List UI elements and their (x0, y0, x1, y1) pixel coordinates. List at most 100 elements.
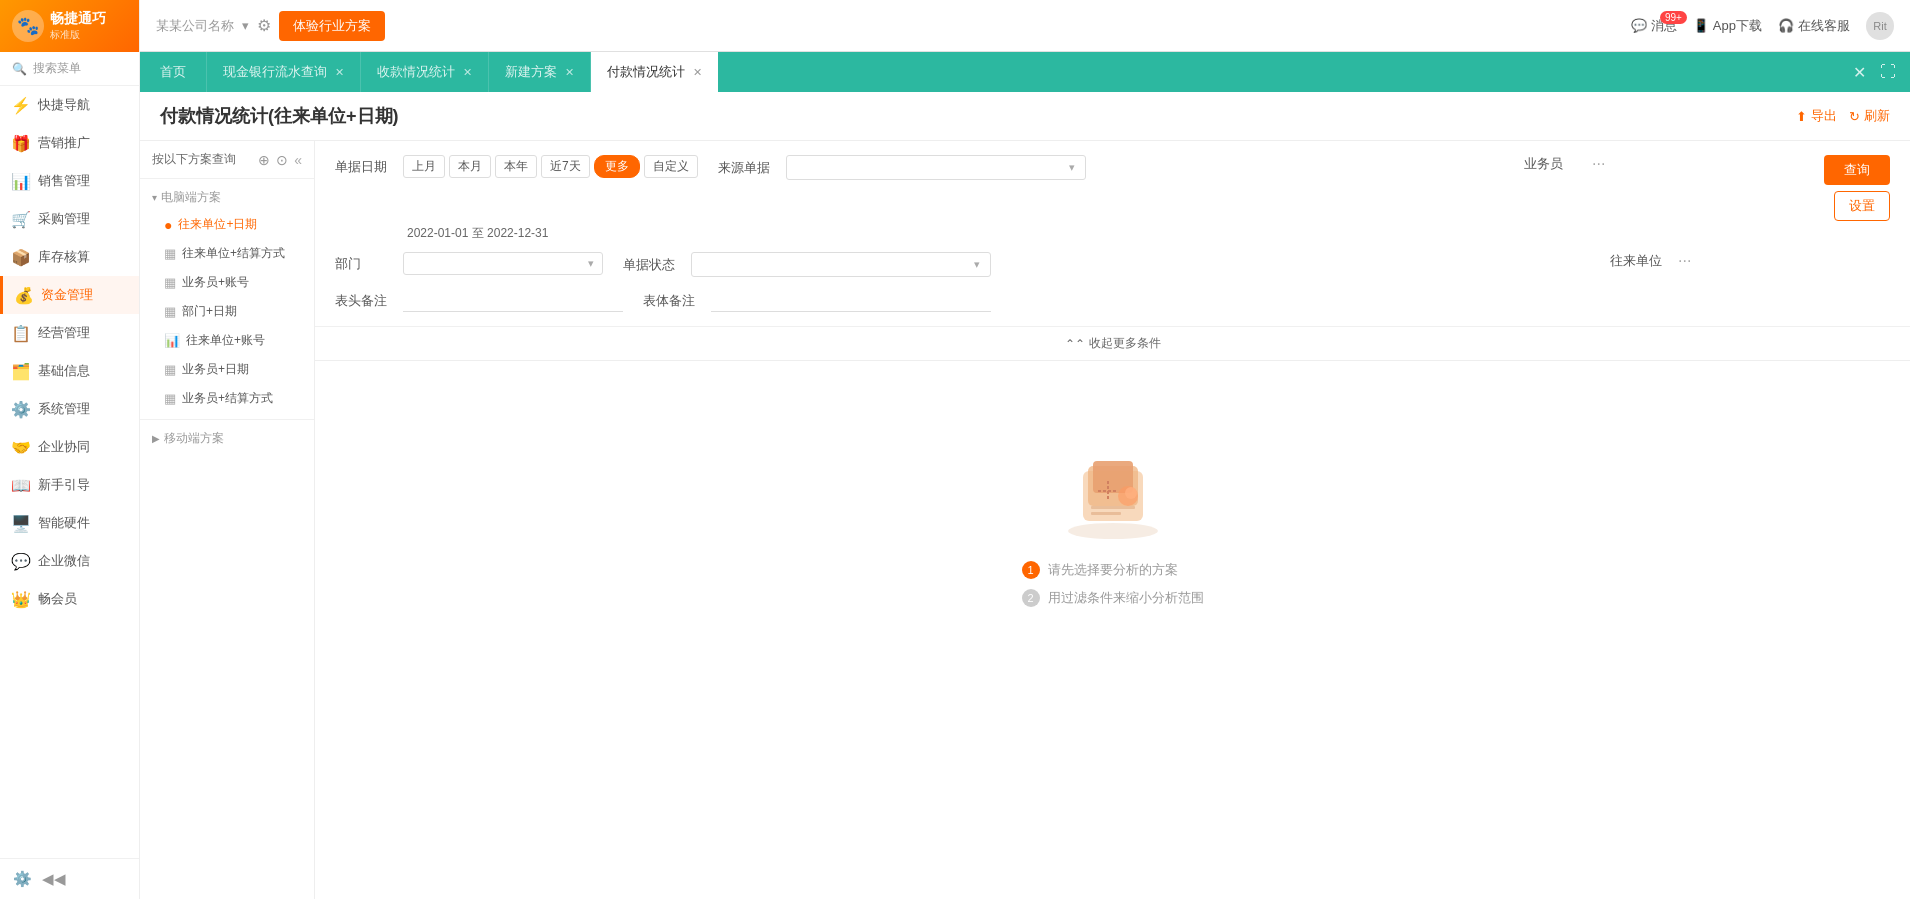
shortcut-icon: ⚡ (12, 96, 30, 114)
scheme-settings-btn[interactable]: ⊙ (276, 152, 288, 168)
refresh-label: 刷新 (1864, 107, 1890, 125)
table-header-note-input[interactable] (403, 289, 623, 312)
sidebar-item-wechat[interactable]: 💬 企业微信 (0, 542, 139, 580)
gift-icon: 🎁 (12, 134, 30, 152)
group-arrow-icon: ▾ (152, 192, 157, 203)
sidebar-item-purchase[interactable]: 🛒 采购管理 (0, 200, 139, 238)
filter-salesman-item: 业务员 ··· (1524, 155, 1804, 173)
user-avatar[interactable]: Rit (1866, 12, 1894, 40)
svg-rect-9 (1091, 512, 1121, 515)
refresh-btn[interactable]: ↻ 刷新 (1849, 107, 1890, 125)
clipboard-icon: 📋 (12, 324, 30, 342)
filter-area: 单据日期 上月 本月 本年 近7天 更多 自定义 (315, 141, 1910, 899)
tab-payment[interactable]: 付款情况统计 ✕ (591, 52, 718, 92)
trial-btn[interactable]: 体验行业方案 (279, 11, 385, 41)
sidebar-item-sales[interactable]: 📊 销售管理 (0, 162, 139, 200)
sidebar-item-capital[interactable]: 💰 资金管理 (0, 276, 139, 314)
tab-new-close[interactable]: ✕ (565, 66, 574, 79)
bar-chart-icon: 📊 (164, 333, 180, 348)
sidebar-item-label: 企业微信 (38, 552, 90, 570)
collapse-sidebar-btn[interactable]: ◀◀ (44, 869, 64, 889)
sidebar-item-system[interactable]: ⚙️ 系统管理 (0, 390, 139, 428)
scheme-item-label: 往来单位+账号 (186, 332, 265, 349)
scheme-item-salesman-date[interactable]: ▦ 业务员+日期 (140, 355, 314, 384)
page-header: 付款情况统计(往来单位+日期) ⬆ 导出 ↻ 刷新 (140, 92, 1910, 141)
scheme-item-partner-settle[interactable]: ▦ 往来单位+结算方式 (140, 239, 314, 268)
tab-expand-btn[interactable]: ⛶ (1876, 59, 1900, 85)
sidebar-item-marketing[interactable]: 🎁 营销推广 (0, 124, 139, 162)
date-btn-last-month[interactable]: 上月 (403, 155, 445, 178)
book-icon: 📖 (12, 476, 30, 494)
sidebar-item-operation[interactable]: 📋 经营管理 (0, 314, 139, 352)
salesman-dots-btn[interactable]: ··· (1592, 155, 1605, 173)
radio-active-icon: ● (164, 217, 172, 233)
tab-home[interactable]: 首页 (140, 52, 207, 92)
tab-payment-close[interactable]: ✕ (693, 66, 702, 79)
table-icon-5: ▦ (164, 391, 176, 406)
crown-icon: 👑 (12, 590, 30, 608)
page-header-actions: ⬆ 导出 ↻ 刷新 (1796, 107, 1890, 125)
chat-icon: 💬 (12, 552, 30, 570)
online-service-label: 在线客服 (1798, 17, 1850, 35)
app-download-label: App下载 (1713, 17, 1762, 35)
date-btn-custom[interactable]: 自定义 (644, 155, 698, 178)
collapse-more-btn[interactable]: ⌃⌃ 收起更多条件 (315, 327, 1910, 361)
sidebar-item-label: 智能硬件 (38, 514, 90, 532)
tab-bank[interactable]: 现金银行流水查询 ✕ (207, 52, 361, 92)
date-btn-more[interactable]: 更多 (594, 155, 640, 178)
tab-bank-close[interactable]: ✕ (335, 66, 344, 79)
status-select[interactable]: ▾ (691, 252, 991, 277)
scheme-item-salesman-account[interactable]: ▦ 业务员+账号 (140, 268, 314, 297)
sidebar-item-guide[interactable]: 📖 新手引导 (0, 466, 139, 504)
company-dropdown-arrow[interactable]: ▾ (242, 18, 249, 33)
hardware-icon: 🖥️ (12, 514, 30, 532)
settings-bottom-btn[interactable]: ⚙️ (12, 869, 32, 889)
add-scheme-btn[interactable]: ⊕ (258, 152, 270, 168)
sidebar-item-basic[interactable]: 🗂️ 基础信息 (0, 352, 139, 390)
sidebar-search[interactable]: 🔍 搜索菜单 (0, 52, 139, 86)
scheme-list-desktop: ● 往来单位+日期 ▦ 往来单位+结算方式 ▦ 业务员+账号 ▦ 部门+日期 (140, 210, 314, 413)
message-btn[interactable]: 💬 消息 99+ (1631, 17, 1677, 35)
collapse-scheme-btn[interactable]: « (294, 152, 302, 168)
source-select[interactable]: ▾ (786, 155, 1086, 180)
filter-table-body-note: 表体备注 (643, 289, 1890, 312)
query-btn[interactable]: 查询 (1824, 155, 1890, 185)
export-btn[interactable]: ⬆ 导出 (1796, 107, 1837, 125)
sidebar-item-label: 库存核算 (38, 248, 90, 266)
date-range-display: 2022-01-01 至 2022-12-31 (335, 225, 1890, 242)
scheme-group-desktop-title[interactable]: ▾ 电脑端方案 (140, 185, 314, 210)
sidebar-item-inventory[interactable]: 📦 库存核算 (0, 238, 139, 276)
chart-icon: 📊 (12, 172, 30, 190)
partner-dots-btn[interactable]: ··· (1678, 252, 1691, 270)
scheme-mobile-group: ▶ 移动端方案 (140, 419, 314, 457)
tab-receipt-close[interactable]: ✕ (463, 66, 472, 79)
header-gear-btn[interactable]: ⚙ (257, 16, 271, 35)
scheme-item-partner-date[interactable]: ● 往来单位+日期 (140, 210, 314, 239)
online-service-btn[interactable]: 🎧 在线客服 (1778, 17, 1850, 35)
dept-select[interactable]: ▾ (403, 252, 603, 275)
tab-receipt[interactable]: 收款情况统计 ✕ (361, 52, 489, 92)
sidebar-item-enterprise[interactable]: 🤝 企业协同 (0, 428, 139, 466)
sidebar-item-label: 销售管理 (38, 172, 90, 190)
date-btn-7days[interactable]: 近7天 (541, 155, 590, 178)
empty-tip-2-text: 用过滤条件来缩小分析范围 (1048, 589, 1204, 607)
date-btn-this-month[interactable]: 本月 (449, 155, 491, 178)
app-download-btn[interactable]: 📱 App下载 (1693, 17, 1762, 35)
sidebar-item-label: 企业协同 (38, 438, 90, 456)
source-label: 来源单据 (718, 159, 778, 177)
scheme-item-dept-date[interactable]: ▦ 部门+日期 (140, 297, 314, 326)
dept-label: 部门 (335, 255, 395, 273)
box-icon: 📦 (12, 248, 30, 266)
tab-new[interactable]: 新建方案 ✕ (489, 52, 591, 92)
sidebar-item-hardware[interactable]: 🖥️ 智能硬件 (0, 504, 139, 542)
tab-close-all-btn[interactable]: ✕ (1849, 59, 1870, 86)
sidebar-item-shortcut[interactable]: ⚡ 快捷导航 (0, 86, 139, 124)
setting-btn[interactable]: 设置 (1834, 191, 1890, 221)
scheme-item-partner-account[interactable]: 📊 往来单位+账号 (140, 326, 314, 355)
scheme-group-mobile-title[interactable]: ▶ 移动端方案 (140, 426, 314, 451)
table-body-note-input[interactable] (711, 289, 991, 312)
scheme-item-salesman-settle[interactable]: ▦ 业务员+结算方式 (140, 384, 314, 413)
sidebar-item-vip[interactable]: 👑 畅会员 (0, 580, 139, 618)
content-body: 按以下方案查询 ⊕ ⊙ « ▾ 电脑端方案 ● 往来单位+日期 (140, 141, 1910, 899)
date-btn-this-year[interactable]: 本年 (495, 155, 537, 178)
